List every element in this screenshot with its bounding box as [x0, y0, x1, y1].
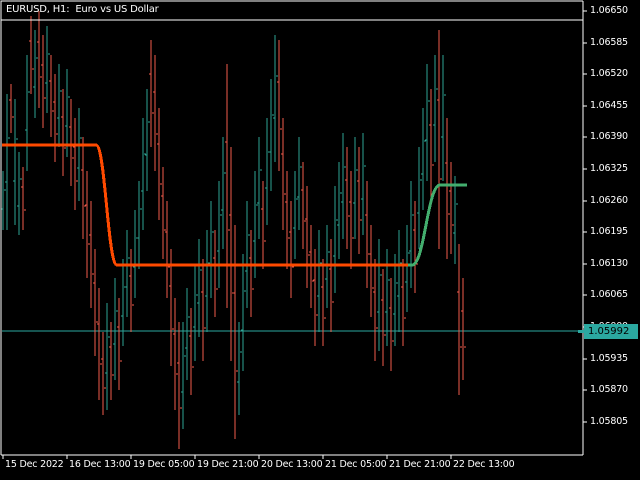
time-axis-label: 21 Dec 21:00 [389, 459, 451, 470]
time-axis-label: 22 Dec 13:00 [453, 459, 515, 470]
current-price-badge: 1.05992 [584, 324, 638, 339]
chart-window: EURUSD, H1: Euro vs US Dollar 1.06650 1.0… [0, 0, 640, 480]
price-axis-label: 1.06585 [590, 37, 628, 48]
time-axis-label: 21 Dec 05:00 [325, 459, 387, 470]
price-axis[interactable]: 1.06650 1.06585 1.06520 1.06455 1.06390 1.063… [583, 0, 640, 455]
price-axis-label: 1.06650 [590, 5, 628, 16]
time-axis-label: 16 Dec 13:00 [69, 459, 131, 470]
down-bars [10, 11, 464, 449]
up-bars [2, 26, 456, 429]
down-bar-ticks [9, 40, 466, 409]
price-axis-label: 1.06520 [590, 68, 628, 79]
time-axis-label: 19 Dec 21:00 [197, 459, 259, 470]
time-axis-label: 15 Dec 2022 [5, 459, 64, 470]
green-step-line-indicator [408, 183, 467, 267]
chart-title: EURUSD, H1: Euro vs US Dollar [6, 4, 159, 15]
price-axis-label: 1.05935 [590, 353, 628, 364]
chart-canvas[interactable] [0, 0, 640, 480]
up-bar-ticks [1, 53, 458, 393]
price-axis-label: 1.06390 [590, 131, 628, 142]
price-axis-label: 1.05805 [590, 416, 628, 427]
price-axis-label: 1.06065 [590, 289, 628, 300]
time-axis-label: 20 Dec 13:00 [261, 459, 323, 470]
price-axis-label: 1.06260 [590, 195, 628, 206]
price-badge-notch [578, 330, 585, 333]
price-axis-label: 1.06455 [590, 100, 628, 111]
time-axis-label: 19 Dec 05:00 [133, 459, 195, 470]
price-axis-label: 1.06325 [590, 163, 628, 174]
price-axis-label: 1.06130 [590, 258, 628, 269]
price-axis-label: 1.06195 [590, 226, 628, 237]
chart-frame [0, 0, 587, 459]
time-axis[interactable]: 15 Dec 2022 16 Dec 13:00 19 Dec 05:00 19 De… [0, 455, 640, 480]
price-axis-label: 1.05870 [590, 384, 628, 395]
